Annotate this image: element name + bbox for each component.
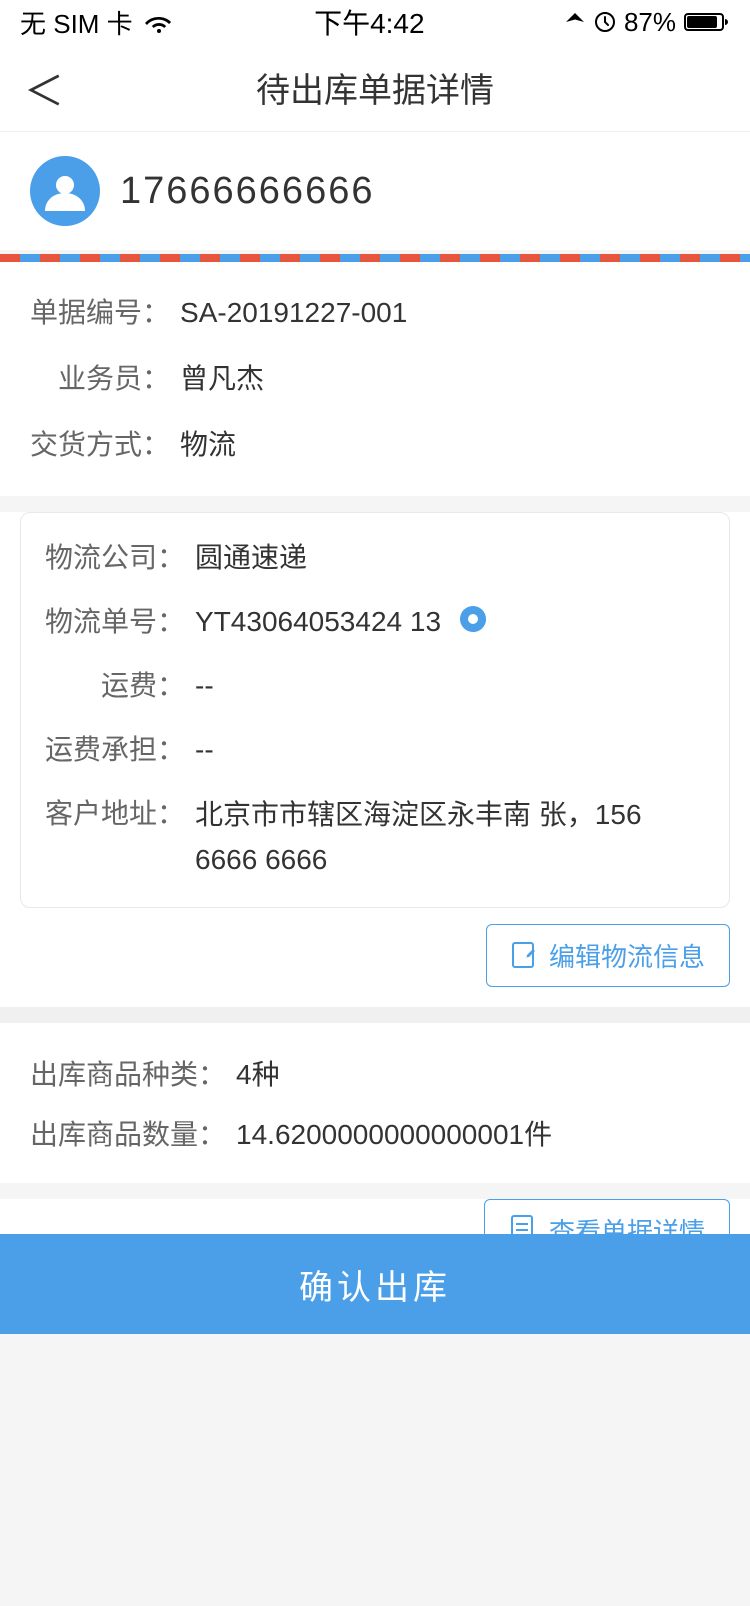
location-nav-icon	[564, 11, 586, 33]
edit-btn-label: 编辑物流信息	[549, 937, 705, 974]
address-value: 北京市市辖区海淀区永丰南 张，156 6666 6666	[185, 793, 705, 883]
status-bar: 无 SIM 卡 下午4:42 87%	[0, 0, 750, 44]
dashed-divider	[0, 254, 750, 262]
avatar	[30, 156, 100, 226]
salesman-label: 业务员：	[30, 358, 170, 400]
freight-value: --	[185, 665, 705, 707]
freight-bear-label: 运费承担：	[45, 729, 185, 771]
page-title: 待出库单据详情	[256, 63, 494, 112]
product-type-value: 4种	[226, 1053, 280, 1093]
product-type-label: 出库商品种类：	[30, 1053, 226, 1093]
edit-btn-container: 编辑物流信息	[0, 924, 750, 1007]
product-type-row: 出库商品种类： 4种	[30, 1053, 720, 1093]
freight-bear-row: 运费承担： --	[45, 729, 705, 771]
edit-icon	[511, 941, 539, 969]
product-quantity-row: 出库商品数量： 14.6200000000000001件	[30, 1113, 720, 1153]
freight-bear-value: --	[185, 729, 705, 771]
salesman-row: 业务员： 曾凡杰	[30, 358, 720, 400]
order-no-value: SA-20191227-001	[170, 292, 720, 334]
order-no-row: 单据编号： SA-20191227-001	[30, 292, 720, 334]
confirm-btn-label: 确认出库	[299, 1260, 451, 1309]
address-label: 客户地址：	[45, 793, 185, 835]
battery-label: 87%	[624, 7, 676, 38]
salesman-value: 曾凡杰	[170, 358, 720, 400]
map-pin-icon[interactable]	[455, 604, 491, 640]
section-separator	[0, 1007, 750, 1023]
logistics-section: 物流公司： 圆通速递 物流单号： YT43064053424 13	[0, 512, 750, 1007]
battery-icon	[684, 11, 730, 33]
confirm-outbound-button[interactable]: 确认出库	[0, 1234, 750, 1334]
logistics-card: 物流公司： 圆通速递 物流单号： YT43064053424 13	[20, 512, 730, 908]
customer-phone: 17666666666	[120, 170, 374, 213]
wifi-icon	[143, 11, 175, 33]
nav-bar: ＜ 待出库单据详情	[0, 44, 750, 132]
logistics-tracking-label: 物流单号：	[45, 601, 185, 643]
products-section: 出库商品种类： 4种 出库商品数量： 14.6200000000000001件	[0, 1023, 750, 1183]
status-left: 无 SIM 卡	[20, 4, 175, 41]
status-time: 下午4:42	[314, 2, 425, 42]
tracking-number: YT43064053424 13	[195, 601, 441, 643]
carrier-label: 无 SIM 卡	[20, 4, 133, 41]
page-wrapper: 无 SIM 卡 下午4:42 87%	[0, 0, 750, 1606]
address-row: 客户地址： 北京市市辖区海淀区永丰南 张，156 6666 6666	[45, 793, 705, 883]
logistics-tracking-row: 物流单号： YT43064053424 13	[45, 601, 705, 643]
logistics-company-label: 物流公司：	[45, 537, 185, 579]
order-no-label: 单据编号：	[30, 292, 170, 334]
freight-label: 运费：	[45, 665, 185, 707]
product-quantity-value: 14.6200000000000001件	[226, 1113, 552, 1153]
delivery-value: 物流	[170, 424, 720, 466]
back-button[interactable]: ＜	[24, 59, 64, 117]
edit-logistics-button[interactable]: 编辑物流信息	[486, 924, 730, 987]
delivery-label: 交货方式：	[30, 424, 170, 466]
clock-icon	[594, 11, 616, 33]
person-icon	[43, 169, 87, 213]
order-info-section: 单据编号： SA-20191227-001 业务员： 曾凡杰 交货方式： 物流	[0, 262, 750, 496]
logistics-company-value: 圆通速递	[185, 537, 705, 579]
product-quantity-label: 出库商品数量：	[30, 1113, 226, 1153]
customer-header: 17666666666	[0, 132, 750, 250]
delivery-row: 交货方式： 物流	[30, 424, 720, 466]
status-right: 87%	[564, 7, 730, 38]
freight-row: 运费： --	[45, 665, 705, 707]
logistics-tracking-value: YT43064053424 13	[185, 601, 705, 643]
scrollable-content: 17666666666 单据编号： SA-20191227-001 业务员： 曾…	[0, 132, 750, 1606]
logistics-company-row: 物流公司： 圆通速递	[45, 537, 705, 579]
